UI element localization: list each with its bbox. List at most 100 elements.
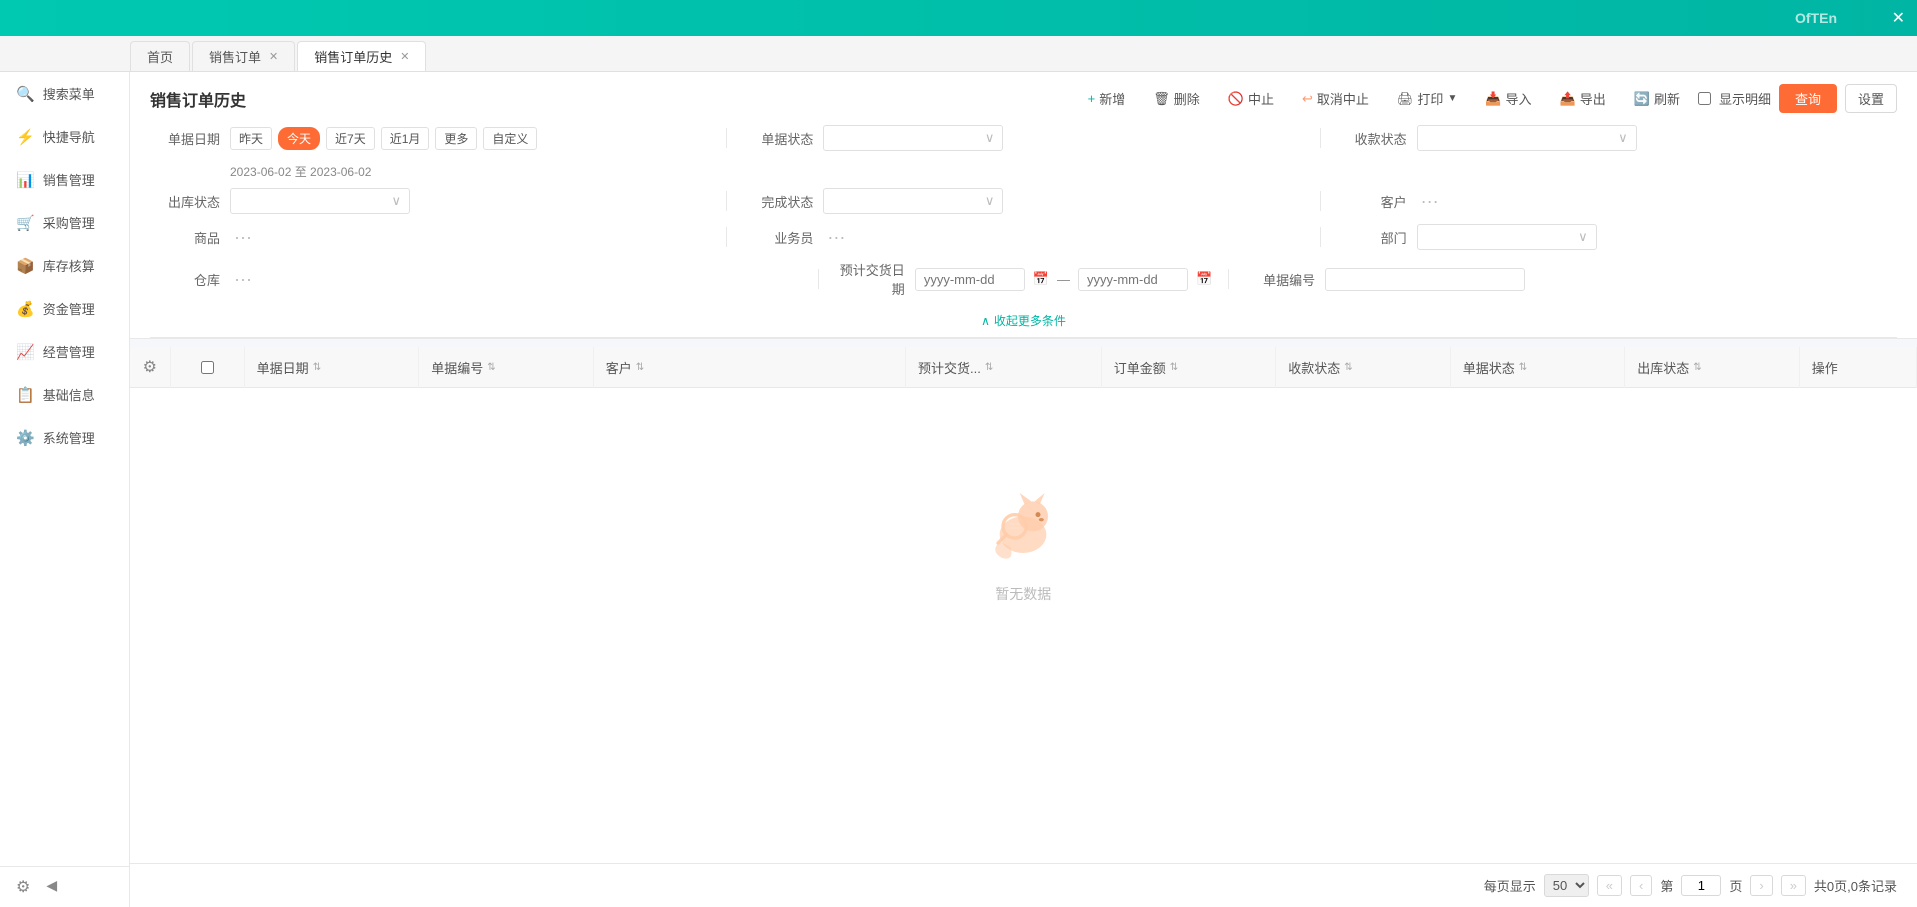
delivery-date-start[interactable] [915, 268, 1025, 291]
add-button[interactable]: + 新增 [1078, 85, 1136, 112]
tab-home[interactable]: 首页 [130, 41, 190, 71]
divider-6 [1320, 227, 1321, 247]
product-control: ··· [230, 227, 710, 248]
date-filter-label: 单据日期 [150, 129, 230, 148]
table-header-row: ⚙ 单据日期 ⇅ [130, 347, 1917, 388]
sidebar-item-sales[interactable]: 📊 销售管理 [0, 158, 129, 201]
th-amount[interactable]: 订单金额 ⇅ [1101, 347, 1276, 388]
filter-row-1: 单据日期 昨天 今天 近7天 近1月 更多 自定义 单据状态 [150, 125, 1897, 151]
sort-delivery-icon: ⇅ [985, 362, 993, 373]
tab-sales-order-close[interactable]: ✕ [269, 50, 278, 63]
sidebar-collapse-icon[interactable]: ◀ [46, 877, 57, 897]
warehouse-label: 仓库 [150, 270, 230, 289]
page-number-input[interactable] [1681, 875, 1721, 896]
delivery-date-end[interactable] [1078, 268, 1188, 291]
sidebar-item-inventory[interactable]: 📦 库存核算 [0, 244, 129, 287]
print-button[interactable]: 🖨 打印 ▼ [1387, 85, 1467, 112]
sort-order-status-icon: ⇅ [1519, 362, 1527, 373]
stop-button[interactable]: 🚫 中止 [1218, 85, 1284, 112]
payment-status-select[interactable]: ∨ [1417, 125, 1637, 151]
salesperson-dots[interactable]: ··· [823, 227, 849, 248]
last-page-btn[interactable]: » [1781, 875, 1806, 896]
calendar-icon-end[interactable]: 📅 [1196, 271, 1212, 287]
import-button[interactable]: 📥 导入 [1475, 85, 1541, 112]
product-dots[interactable]: ··· [230, 227, 256, 248]
department-label: 部门 [1337, 228, 1417, 247]
sidebar-bottom: ⚙ ◀ [0, 866, 129, 907]
total-text: 共0页,0条记录 [1814, 876, 1897, 895]
warehouse-dots[interactable]: ··· [230, 269, 256, 290]
sidebar-item-sys[interactable]: ⚙️ 系统管理 [0, 416, 129, 459]
prev-page-btn[interactable]: ‹ [1630, 875, 1652, 896]
sidebar-item-base-info[interactable]: 📋 基础信息 [0, 373, 129, 416]
query-button[interactable]: 查询 [1779, 84, 1837, 113]
order-status-label: 单据状态 [743, 129, 823, 148]
calendar-icon-start[interactable]: 📅 [1033, 271, 1049, 287]
th-delivery-status[interactable]: 出库状态 ⇅ [1625, 347, 1800, 388]
chevron-down-icon-2: ∨ [1618, 130, 1628, 146]
sidebar-item-search[interactable]: 🔍 搜索菜单 [0, 72, 129, 115]
refresh-button[interactable]: 🔄 刷新 [1624, 85, 1690, 112]
order-no-label: 单据编号 [1245, 270, 1325, 289]
customer-dots[interactable]: ··· [1417, 191, 1443, 212]
settings-button[interactable]: 设置 [1845, 84, 1897, 113]
delivery-date-range: 📅 — 📅 [915, 268, 1212, 291]
page-title: 销售订单历史 [150, 87, 246, 111]
th-customer[interactable]: 客户 ⇅ [593, 347, 905, 388]
sidebar-item-quick-nav[interactable]: ⚡ 快捷导航 [0, 115, 129, 158]
delivery-status-select[interactable]: ∨ [230, 188, 410, 214]
tab-sales-order-history[interactable]: 销售订单历史 ✕ [297, 41, 426, 71]
sidebar: 🔍 搜索菜单 ⚡ 快捷导航 📊 销售管理 🛒 采购管理 📦 库存核算 💰 资金管… [0, 72, 130, 907]
sidebar-item-purchase[interactable]: 🛒 采购管理 [0, 201, 129, 244]
gear-button[interactable]: ⚙ [142, 357, 158, 377]
th-no[interactable]: 单据编号 ⇅ [419, 347, 594, 388]
complete-status-select[interactable]: ∨ [823, 188, 1003, 214]
th-payment-status[interactable]: 收款状态 ⇅ [1276, 347, 1451, 388]
complete-status-label: 完成状态 [743, 192, 823, 211]
filter-row-date-range: 2023-06-02 至 2023-06-02 [230, 161, 1897, 180]
next-page-btn[interactable]: › [1750, 875, 1772, 896]
top-bar-close[interactable]: ✕ [1892, 8, 1905, 28]
divider-8 [1228, 269, 1229, 289]
th-delivery-date[interactable]: 预计交货... ⇅ [906, 347, 1102, 388]
empty-illustration [973, 468, 1073, 568]
display-toggle-checkbox[interactable] [1698, 92, 1711, 105]
order-no-input[interactable] [1325, 268, 1525, 291]
divider-5 [726, 227, 727, 247]
print-dropdown-icon: ▼ [1447, 93, 1457, 104]
first-page-btn[interactable]: « [1597, 875, 1622, 896]
date-btn-1month[interactable]: 近1月 [381, 127, 430, 150]
date-btn-7days[interactable]: 近7天 [326, 127, 375, 150]
order-status-select[interactable]: ∨ [823, 125, 1003, 151]
date-btn-3days[interactable]: 今天 [278, 127, 320, 150]
sidebar-item-finance[interactable]: 💰 资金管理 [0, 287, 129, 330]
page-size-select[interactable]: 50 [1544, 874, 1589, 897]
divider-7 [818, 269, 819, 289]
collapse-row[interactable]: ∧ 收起更多条件 [150, 308, 1897, 331]
filter-row-4: 仓库 ··· 预计交货日期 📅 — 📅 单据编号 [150, 260, 1897, 298]
export-button[interactable]: 📤 导出 [1550, 85, 1616, 112]
delete-button[interactable]: 🗑 删除 [1143, 85, 1210, 112]
sidebar-settings-icon[interactable]: ⚙ [16, 877, 30, 897]
cancel-stop-button[interactable]: ↩ 取消中止 [1292, 85, 1379, 112]
select-all-input[interactable] [201, 361, 214, 374]
delivery-status-control: ∨ [230, 188, 710, 214]
date-btn-today[interactable]: 昨天 [230, 127, 272, 150]
th-date[interactable]: 单据日期 ⇅ [244, 347, 419, 388]
tab-sales-order-history-close[interactable]: ✕ [400, 50, 409, 63]
delete-icon: 🗑 [1153, 91, 1170, 107]
complete-status-control: ∨ [823, 188, 1303, 214]
tab-sales-order[interactable]: 销售订单 ✕ [192, 41, 295, 71]
sidebar-item-operations[interactable]: 📈 经营管理 [0, 330, 129, 373]
select-all-checkbox[interactable] [183, 361, 232, 374]
delivery-date-label: 预计交货日期 [835, 260, 915, 298]
department-select[interactable]: ∨ [1417, 224, 1597, 250]
product-label: 商品 [150, 228, 230, 247]
date-btn-more[interactable]: 更多 [435, 127, 477, 150]
main-layout: 🔍 搜索菜单 ⚡ 快捷导航 📊 销售管理 🛒 采购管理 📦 库存核算 💰 资金管… [0, 72, 1917, 907]
date-btn-custom[interactable]: 自定义 [483, 127, 537, 150]
display-toggle[interactable]: 显示明细 [1698, 89, 1771, 108]
stop-icon: 🚫 [1228, 91, 1244, 107]
th-order-status[interactable]: 单据状态 ⇅ [1450, 347, 1625, 388]
sort-amount-icon: ⇅ [1170, 362, 1178, 373]
